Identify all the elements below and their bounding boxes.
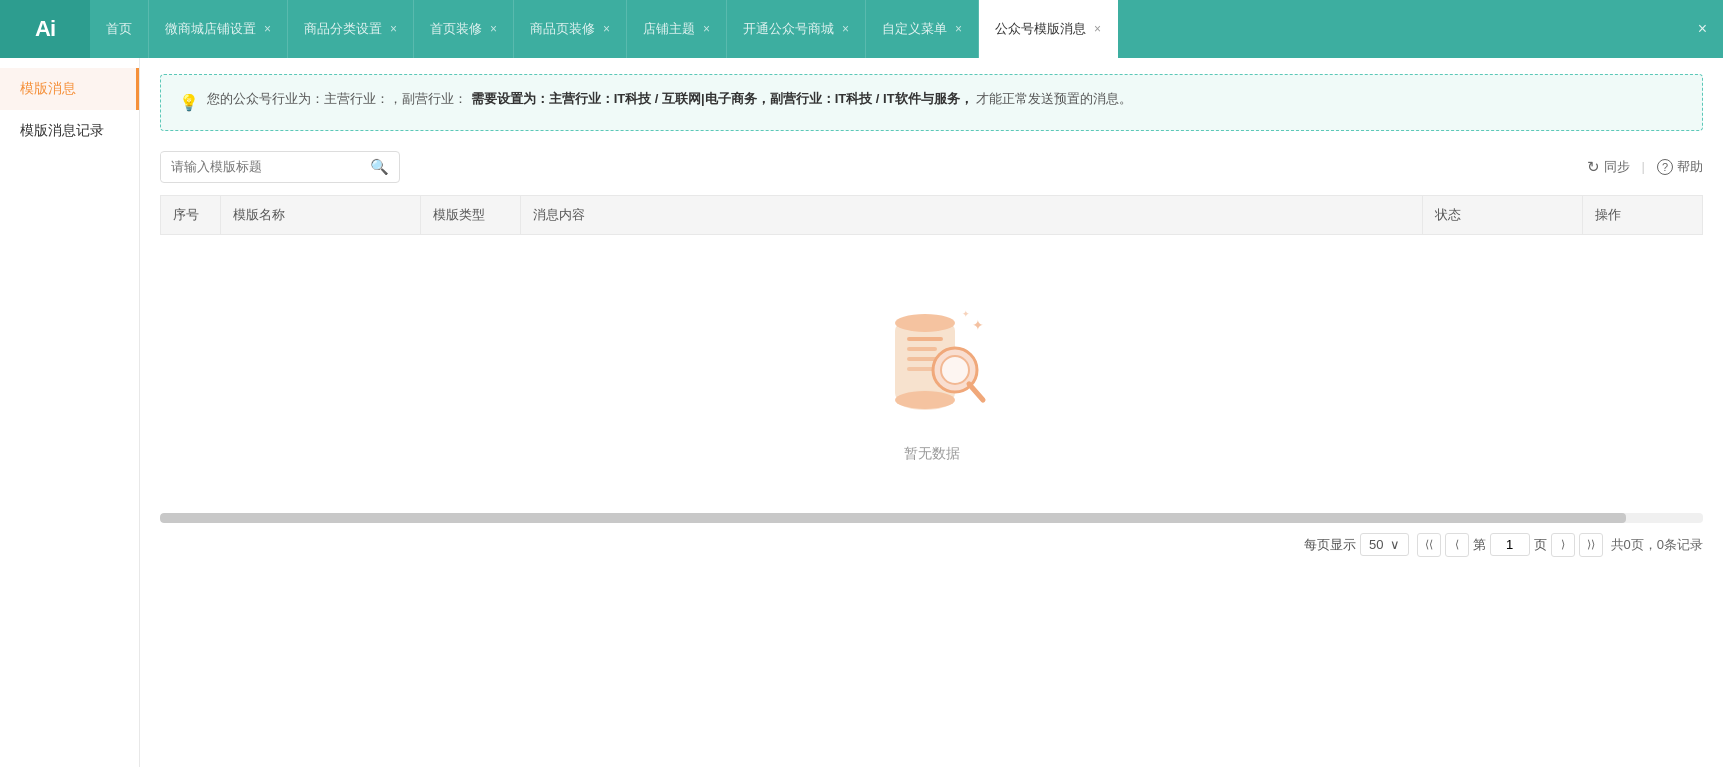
tab-close-micro-shop[interactable]: × [264, 23, 271, 35]
tab-close-home-decor[interactable]: × [490, 23, 497, 35]
tab-product-decor[interactable]: 商品页装修 × [514, 0, 627, 58]
page-size-select: 每页显示 50 ∨ [1304, 533, 1408, 556]
help-button[interactable]: ? 帮助 [1657, 158, 1703, 176]
first-page-icon: ⟨⟨ [1425, 538, 1433, 551]
prev-page-icon: ⟨ [1455, 538, 1459, 551]
help-icon: ? [1657, 159, 1673, 175]
last-page-button[interactable]: ⟩⟩ [1579, 533, 1603, 557]
tab-micro-shop[interactable]: 微商城店铺设置 × [149, 0, 288, 58]
page-total: 共0页，0条记录 [1611, 536, 1703, 554]
page-prefix: 第 [1473, 536, 1486, 554]
svg-text:✦: ✦ [962, 309, 970, 319]
sidebar-item-template-message[interactable]: 模版消息 [0, 68, 139, 110]
svg-rect-5 [907, 347, 937, 351]
svg-point-2 [895, 314, 955, 332]
empty-text: 暂无数据 [904, 445, 960, 463]
next-page-button[interactable]: ⟩ [1551, 533, 1575, 557]
notice-highlight: 需要设置为：主营行业：IT科技 / 互联网|电子商务，副营行业：IT科技 / I… [471, 91, 973, 106]
sync-icon: ↻ [1587, 158, 1600, 176]
pagination-row: 每页显示 50 ∨ ⟨⟨ ⟨ 第 页 ⟩ [160, 533, 1703, 557]
svg-text:✦: ✦ [972, 317, 984, 333]
first-page-button[interactable]: ⟨⟨ [1417, 533, 1441, 557]
col-header-status: 状态 [1423, 195, 1583, 234]
per-page-label: 每页显示 [1304, 536, 1356, 554]
col-header-name: 模版名称 [221, 195, 421, 234]
empty-illustration: ✦ ✦ [867, 295, 997, 425]
tab-home-decor[interactable]: 首页装修 × [414, 0, 514, 58]
svg-point-3 [895, 391, 955, 409]
tab-close-template-msg[interactable]: × [1094, 23, 1101, 35]
per-page-value: 50 [1369, 537, 1383, 552]
svg-point-9 [941, 356, 969, 384]
global-close-button[interactable]: × [1682, 0, 1723, 58]
svg-rect-4 [907, 337, 943, 341]
col-header-type: 模版类型 [421, 195, 521, 234]
chevron-down-icon: ∨ [1390, 537, 1400, 552]
last-page-icon: ⟩⟩ [1587, 538, 1595, 551]
empty-state-cell: ✦ ✦ 暂无数据 [161, 234, 1703, 503]
tab-bar: Ai 首页 微商城店铺设置 × 商品分类设置 × 首页装修 × 商品页装修 × … [0, 0, 1723, 58]
search-button[interactable]: 🔍 [360, 152, 399, 182]
toolbar-right: ↻ 同步 | ? 帮助 [1587, 158, 1703, 176]
sync-button[interactable]: ↻ 同步 [1587, 158, 1630, 176]
main-layout: 模版消息 模版消息记录 💡 您的公众号行业为：主营行业：，副营行业： 需要设置为… [0, 58, 1723, 767]
page-suffix: 页 [1534, 536, 1547, 554]
search-icon: 🔍 [370, 158, 389, 175]
tab-close-shop-theme[interactable]: × [703, 23, 710, 35]
search-row: 🔍 ↻ 同步 | ? 帮助 [160, 151, 1703, 183]
scrollbar-thumb[interactable] [160, 513, 1626, 523]
prev-page-button[interactable]: ⟨ [1445, 533, 1469, 557]
empty-state: ✦ ✦ 暂无数据 [161, 235, 1703, 503]
search-input[interactable] [161, 153, 360, 180]
next-page-icon: ⟩ [1561, 538, 1565, 551]
svg-line-10 [969, 384, 983, 400]
tab-close-custom-menu[interactable]: × [955, 23, 962, 35]
sidebar: 模版消息 模版消息记录 [0, 58, 140, 767]
toolbar-divider: | [1642, 159, 1645, 174]
logo: Ai [0, 0, 90, 58]
page-size-box[interactable]: 50 ∨ [1360, 533, 1408, 556]
data-table: 序号 模版名称 模版类型 消息内容 状态 操作 [160, 195, 1703, 503]
tab-home[interactable]: 首页 [90, 0, 149, 58]
col-header-action: 操作 [1583, 195, 1703, 234]
tab-shop-theme[interactable]: 店铺主题 × [627, 0, 727, 58]
tab-close-product-cat[interactable]: × [390, 23, 397, 35]
col-header-seq: 序号 [161, 195, 221, 234]
notice-icon: 💡 [179, 90, 199, 116]
tab-template-msg[interactable]: 公众号模版消息 × [979, 0, 1118, 58]
tab-close-open-mall[interactable]: × [842, 23, 849, 35]
current-page-input[interactable] [1490, 533, 1530, 556]
tab-custom-menu[interactable]: 自定义菜单 × [866, 0, 979, 58]
horizontal-scrollbar[interactable] [160, 513, 1703, 523]
notice-banner: 💡 您的公众号行业为：主营行业：，副营行业： 需要设置为：主营行业：IT科技 /… [160, 74, 1703, 131]
tab-product-cat[interactable]: 商品分类设置 × [288, 0, 414, 58]
tab-close-product-decor[interactable]: × [603, 23, 610, 35]
svg-rect-7 [907, 367, 935, 371]
tab-open-mall[interactable]: 开通公众号商城 × [727, 0, 866, 58]
page-nav: ⟨⟨ ⟨ 第 页 ⟩ ⟩⟩ [1417, 533, 1603, 557]
sidebar-item-template-message-log[interactable]: 模版消息记录 [0, 110, 139, 152]
content-area: 💡 您的公众号行业为：主营行业：，副营行业： 需要设置为：主营行业：IT科技 /… [140, 58, 1723, 767]
search-box: 🔍 [160, 151, 400, 183]
col-header-content: 消息内容 [521, 195, 1423, 234]
